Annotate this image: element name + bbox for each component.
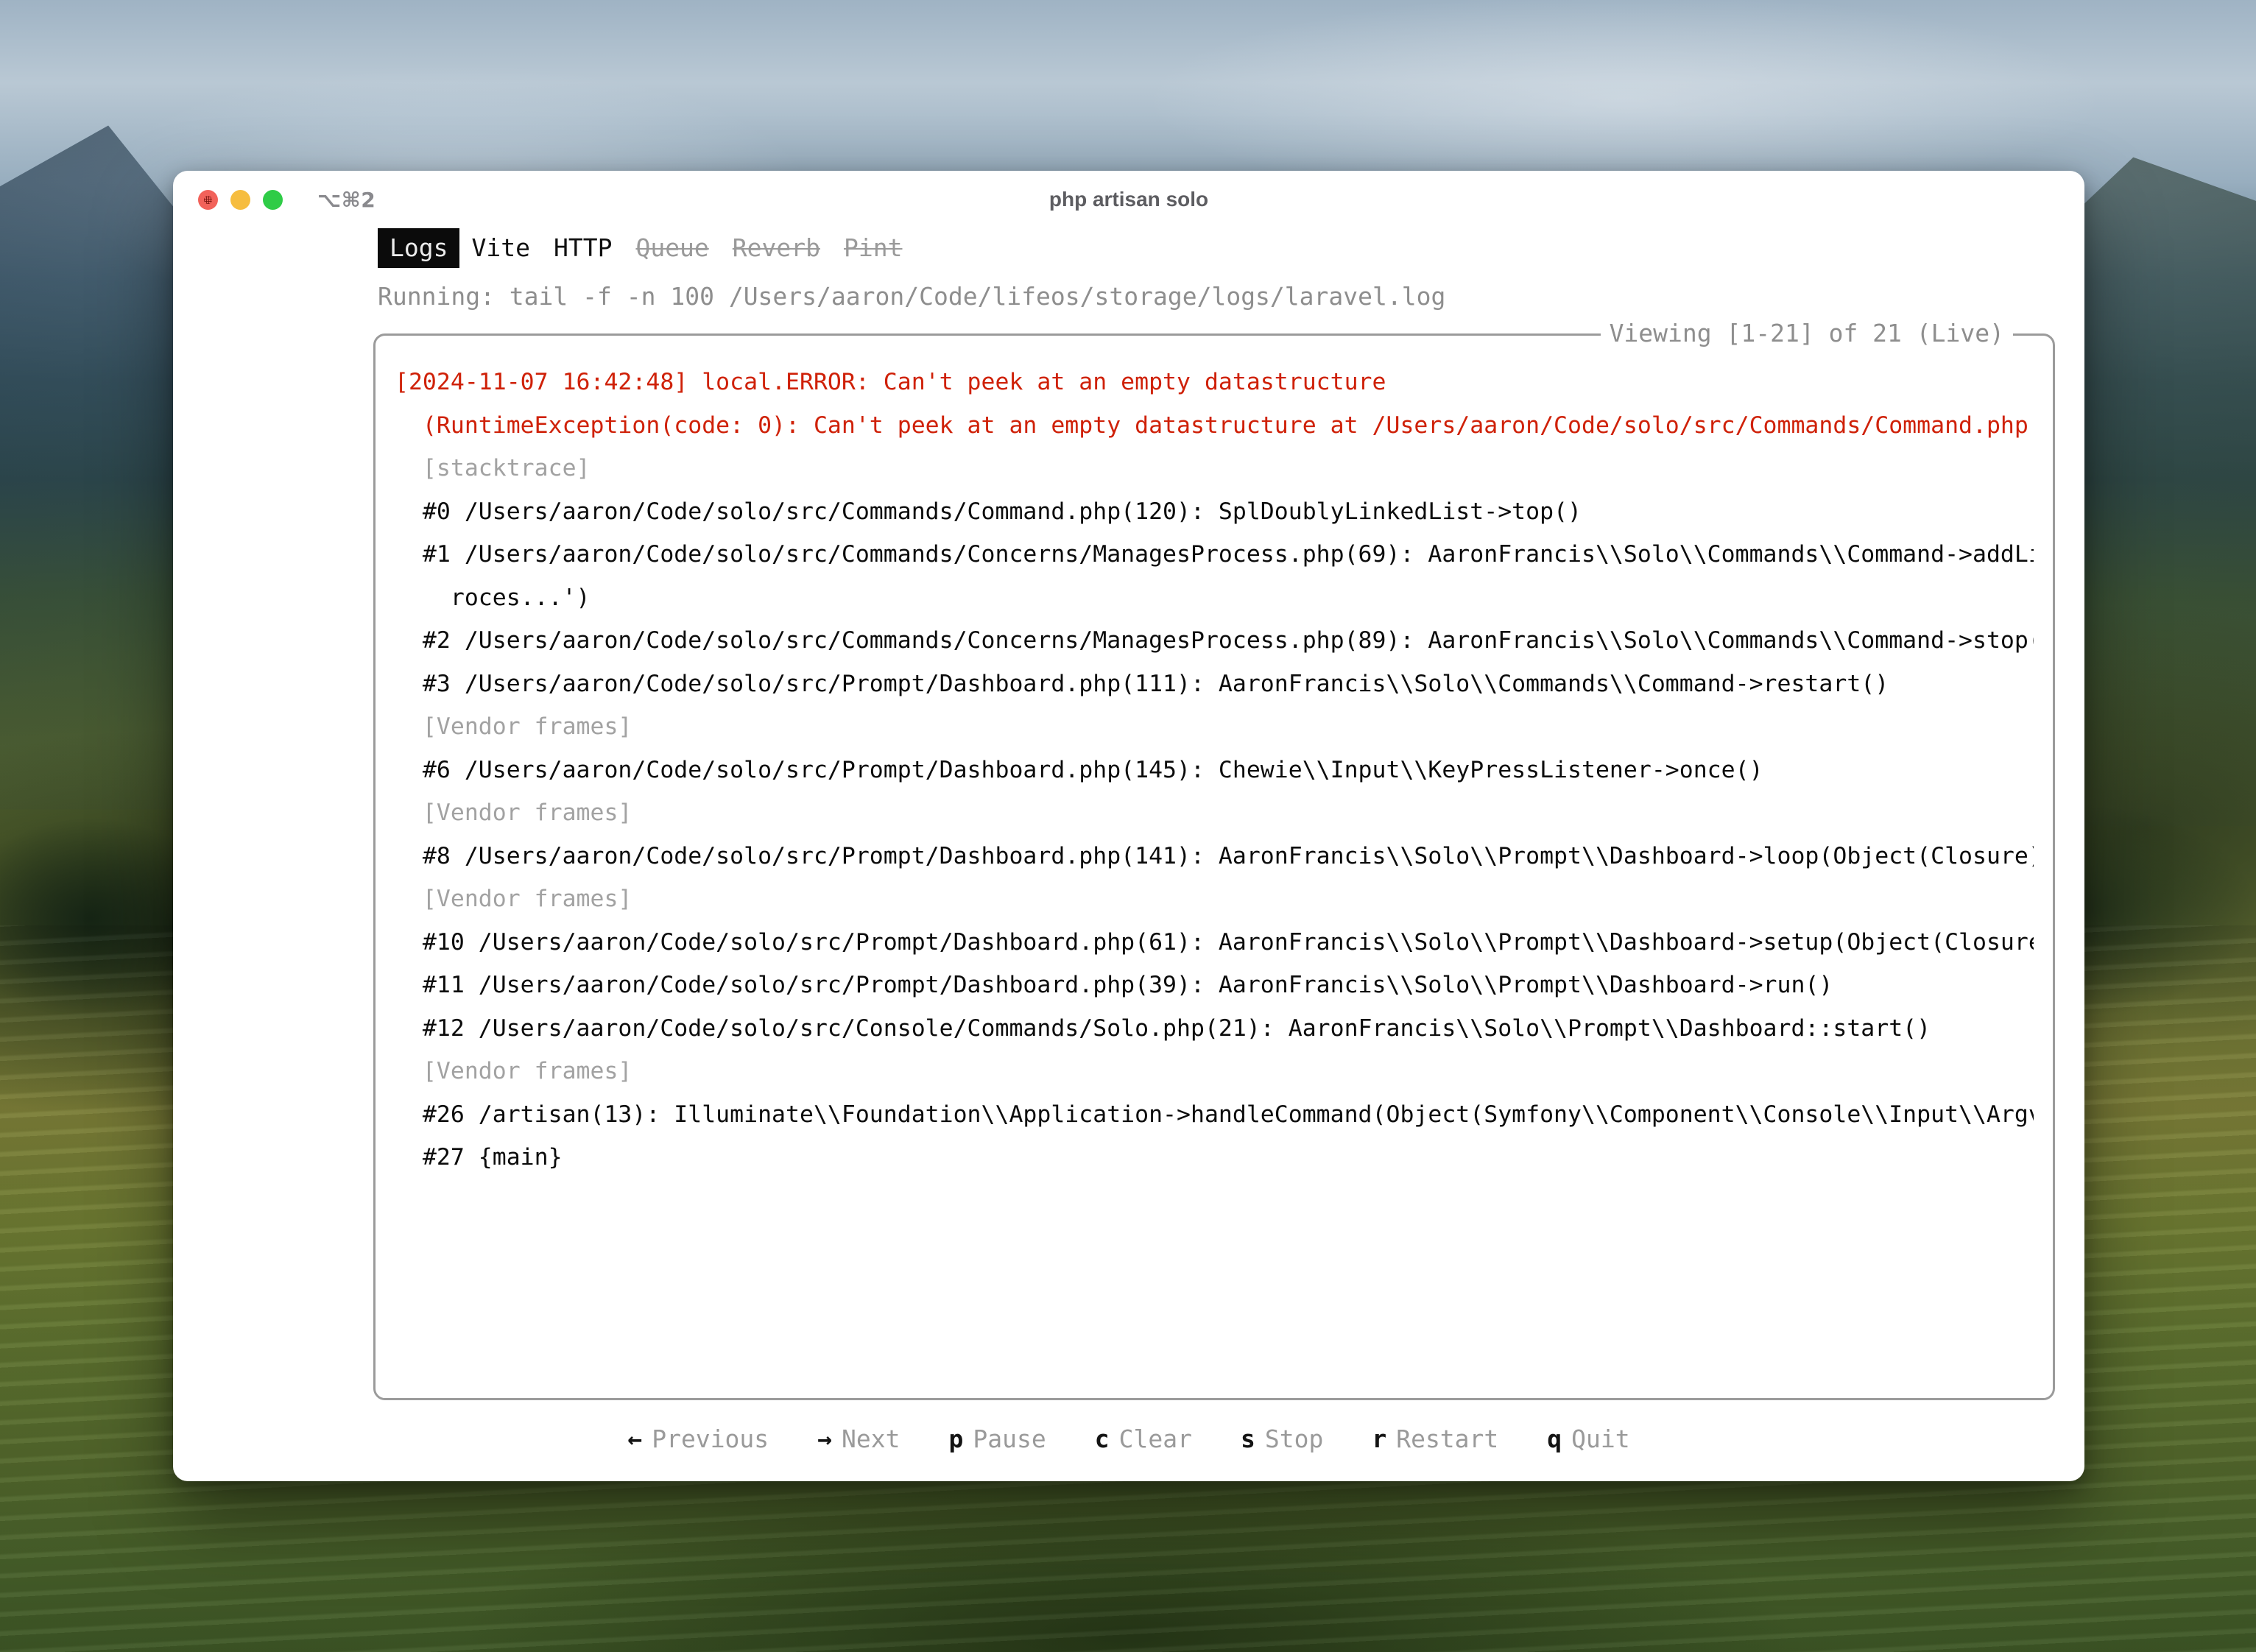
log-line: #8 /Users/aaron/Code/solo/src/Prompt/Das… [395,842,2034,869]
tab-label: Pint [844,233,903,262]
window-titlebar: ⌥⌘2 php artisan solo [173,171,2084,228]
window-shortcut-label: ⌥⌘2 [317,187,376,212]
log-line: [2024-11-07 16:42:48] local.ERROR: Can't… [395,369,1386,396]
keybinding-key: p [948,1424,964,1453]
log-viewport[interactable]: Viewing [1-21] of 21 (Live) [2024-11-07 … [373,321,2055,1400]
log-line: #26 /artisan(13): Illuminate\\Foundation… [395,1101,2034,1128]
keybinding-label: Clear [1118,1424,1192,1453]
keybinding-key: → [817,1424,833,1453]
keybinding-label: Quit [1571,1424,1630,1453]
log-line: [Vendor frames] [395,886,632,913]
keybinding-key: s [1240,1424,1255,1453]
keybinding-label: Stop [1264,1424,1324,1453]
log-line: (RuntimeException(code: 0): Can't peek a… [395,412,2034,439]
log-line: [Vendor frames] [395,713,632,741]
tab-label: Vite [471,233,530,262]
log-line: #6 /Users/aaron/Code/solo/src/Prompt/Das… [395,756,1763,783]
log-line: #3 /Users/aaron/Code/solo/src/Prompt/Das… [395,670,1889,697]
close-window-button[interactable] [198,189,218,210]
tab-http[interactable]: HTTP [542,228,624,268]
keybinding-clear[interactable]: c Clear [1071,1425,1216,1453]
log-line: #10 /Users/aaron/Code/solo/src/Prompt/Da… [395,928,2034,956]
viewing-range-badge: Viewing [1-21] of 21 (Live) [1600,321,2013,346]
window-title: php artisan solo [1048,188,1209,211]
log-line: #2 /Users/aaron/Code/solo/src/Commands/C… [395,627,2034,654]
log-line: #12 /Users/aaron/Code/solo/src/Console/C… [395,1014,1931,1042]
keybinding-pause[interactable]: p Pause [925,1425,1071,1453]
log-line: [stacktrace] [395,455,591,482]
log-line: roces...') [395,584,591,611]
log-line: #11 /Users/aaron/Code/solo/src/Prompt/Da… [395,972,1833,999]
keybinding-key: c [1094,1424,1110,1453]
keybinding-label: Restart [1396,1424,1499,1453]
tab-logs[interactable]: Logs [378,228,460,268]
keybinding-restart[interactable]: r Restart [1347,1425,1523,1453]
keybinding-stop[interactable]: s Stop [1216,1425,1347,1453]
log-line: [Vendor frames] [395,799,632,827]
tab-label: Logs [389,233,448,262]
tab-label: Reverb [732,233,821,262]
keybinding-label: Pause [973,1424,1046,1453]
running-command-label: Running: tail -f -n 100 /Users/aaron/Cod… [378,282,1446,311]
keybinding-key: q [1547,1424,1562,1453]
keybinding-previous[interactable]: ← Previous [603,1425,793,1453]
keybinding-quit[interactable]: q Quit [1523,1425,1654,1453]
log-line: [Vendor frames] [395,1058,632,1085]
tab-label: Queue [635,233,709,262]
minimize-window-button[interactable] [230,189,250,210]
log-line: #27 {main} [395,1144,563,1171]
keybinding-key: ← [627,1424,643,1453]
keybinding-label: Next [842,1424,900,1453]
tab-reverb[interactable]: Reverb [721,228,832,268]
tab-vite[interactable]: Vite [459,228,541,268]
tab-pint[interactable]: Pint [832,228,914,268]
terminal-window: ⌥⌘2 php artisan solo Logs Vite HTTP Queue Re… [173,171,2084,1481]
keybindings-bar: ← Previous → Next p Pause c Clear s Stop r Restart q… [173,1400,2084,1481]
tab-label: HTTP [553,233,613,262]
keybinding-key: r [1372,1424,1387,1453]
tab-strip: Logs Vite HTTP Queue Reverb Pint [173,225,2084,271]
window-controls [198,189,283,210]
tab-queue[interactable]: Queue [624,228,720,268]
log-output: [2024-11-07 16:42:48] local.ERROR: Can't… [395,361,2034,1383]
log-line: #1 /Users/aaron/Code/solo/src/Commands/C… [422,541,2034,568]
keybinding-label: Previous [652,1424,769,1453]
log-line: #0 /Users/aaron/Code/solo/src/Commands/C… [395,498,1582,525]
keybinding-next[interactable]: → Next [793,1425,924,1453]
zoom-window-button[interactable] [263,189,283,210]
